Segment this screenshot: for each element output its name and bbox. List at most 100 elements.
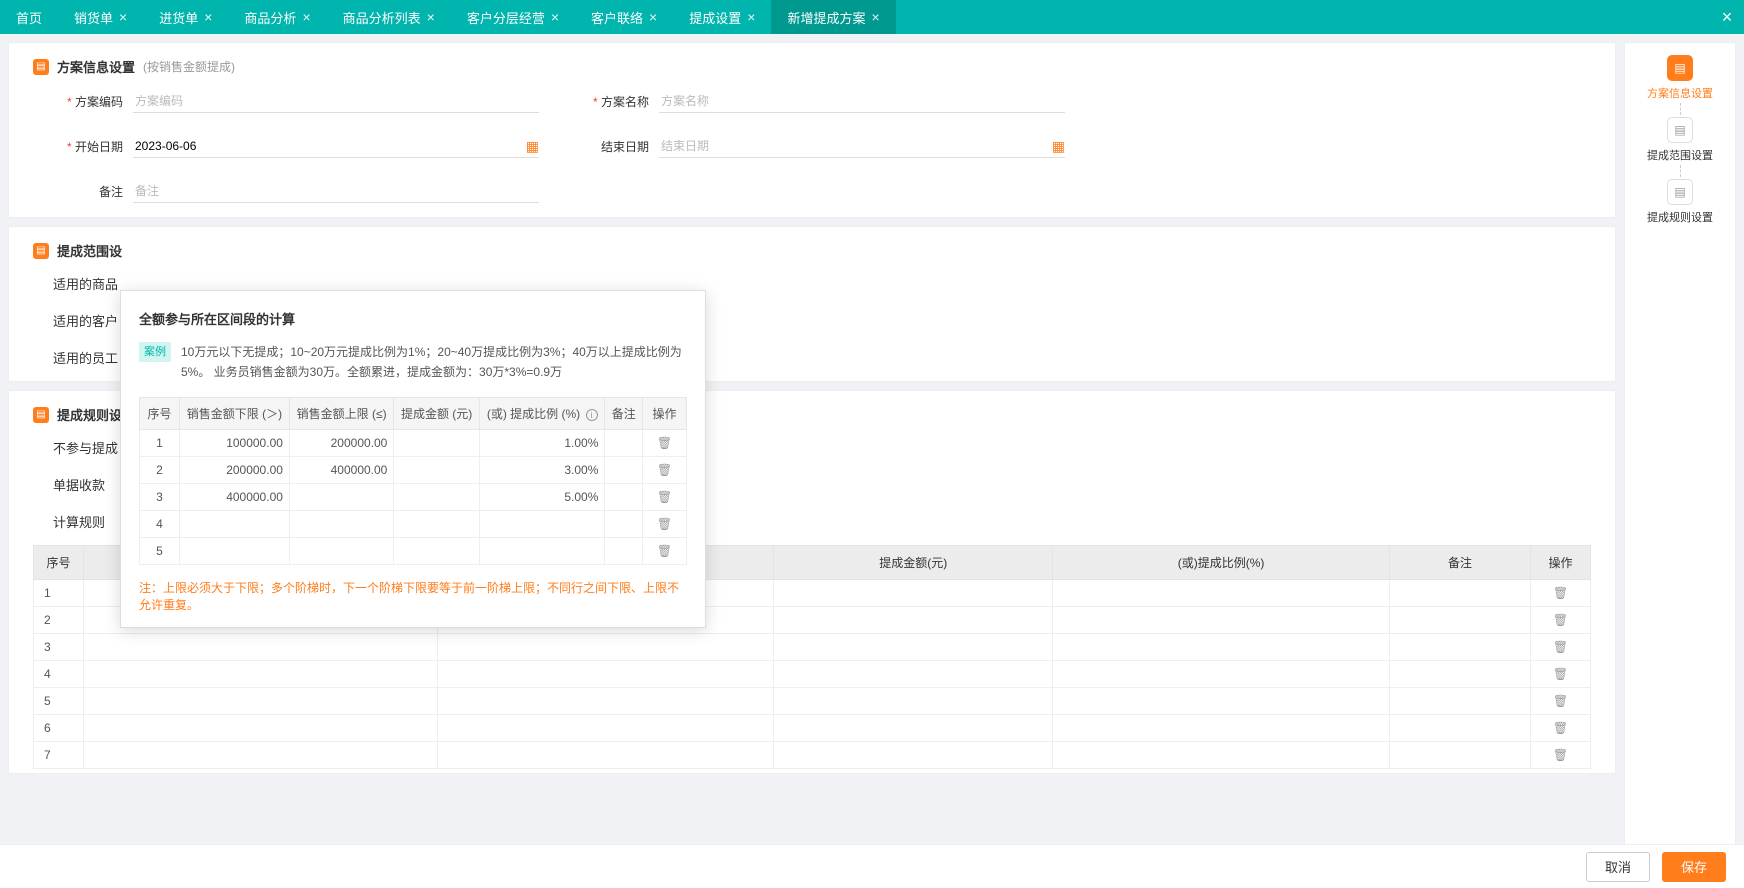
cell[interactable] — [774, 634, 1053, 661]
delete-icon[interactable]: 🗑 — [1553, 748, 1568, 762]
cell — [605, 456, 643, 483]
tab-close-icon[interactable]: × — [302, 9, 310, 25]
delete-icon[interactable]: 🗑 — [1553, 613, 1568, 627]
tab-close-icon[interactable]: × — [427, 9, 435, 25]
anchor-label: 提成范围设置 — [1647, 147, 1713, 163]
cell-no[interactable]: 1 — [34, 580, 84, 607]
col-header: 序号 — [140, 397, 180, 429]
delete-icon[interactable]: 🗑 — [1553, 667, 1568, 681]
cancel-button[interactable]: 取消 — [1586, 852, 1650, 882]
delete-icon[interactable]: 🗑 — [657, 490, 672, 504]
delete-icon[interactable]: 🗑 — [1553, 694, 1568, 708]
cell[interactable] — [1053, 607, 1390, 634]
tab-提成设置[interactable]: 提成设置× — [673, 0, 771, 34]
cell-no[interactable]: 7 — [34, 742, 84, 769]
cell-no: 2 — [140, 456, 180, 483]
cell[interactable] — [84, 688, 438, 715]
cell[interactable] — [1053, 580, 1390, 607]
delete-icon[interactable]: 🗑 — [1553, 586, 1568, 600]
cell[interactable] — [1053, 742, 1390, 769]
cell[interactable] — [774, 661, 1053, 688]
tab-close-icon[interactable]: × — [871, 9, 879, 25]
close-all-icon[interactable]: × — [1710, 0, 1744, 34]
section-title: 提成规则设 — [57, 405, 122, 424]
delete-icon[interactable]: 🗑 — [657, 517, 672, 531]
cell-no[interactable]: 5 — [34, 688, 84, 715]
cell[interactable] — [437, 742, 774, 769]
tab-close-icon[interactable]: × — [119, 9, 127, 25]
tooltip-note: 注：上限必须大于下限；多个阶梯时，下一个阶梯下限要等于前一阶梯上限；不同行之间下… — [139, 579, 687, 613]
section-header: ▤ 提成范围设 — [33, 241, 1591, 260]
cell[interactable] — [84, 715, 438, 742]
section-icon: ▤ — [33, 59, 49, 75]
tab-close-icon[interactable]: × — [649, 9, 657, 25]
cell[interactable] — [84, 634, 438, 661]
delete-icon[interactable]: 🗑 — [657, 436, 672, 450]
input-end-date[interactable] — [659, 135, 1065, 158]
cell[interactable] — [1390, 661, 1531, 688]
col-header: 操作 — [643, 397, 687, 429]
tab-客户分层经营[interactable]: 客户分层经营× — [451, 0, 575, 34]
cell[interactable] — [84, 742, 438, 769]
input-start-date[interactable] — [133, 135, 539, 158]
anchor-提成范围设置[interactable]: ▤提成范围设置 — [1629, 117, 1731, 163]
section-title: 提成范围设 — [57, 241, 122, 260]
cell[interactable] — [1390, 607, 1531, 634]
cell[interactable] — [1390, 715, 1531, 742]
tab-close-icon[interactable]: × — [551, 9, 559, 25]
cell[interactable] — [437, 715, 774, 742]
cell[interactable] — [84, 661, 438, 688]
cell — [394, 537, 480, 564]
footer-bar: 取消 保存 — [0, 844, 1744, 888]
table-row: 7🗑 — [34, 742, 1591, 769]
save-button[interactable]: 保存 — [1662, 852, 1726, 882]
cell — [605, 429, 643, 456]
cell[interactable] — [437, 688, 774, 715]
calc-rule-tooltip: 全额参与所在区间段的计算 案例 10万元以下无提成；10~20万元提成比例为1%… — [120, 290, 706, 628]
delete-icon[interactable]: 🗑 — [657, 463, 672, 477]
tab-客户联络[interactable]: 客户联络× — [575, 0, 673, 34]
cell[interactable] — [774, 715, 1053, 742]
cell-no[interactable]: 6 — [34, 715, 84, 742]
table-row: 4🗑 — [140, 510, 687, 537]
delete-icon[interactable]: 🗑 — [1553, 721, 1568, 735]
row-plan-code: 方案编码 — [53, 90, 539, 113]
cell[interactable] — [1390, 580, 1531, 607]
cell[interactable] — [1053, 715, 1390, 742]
delete-icon[interactable]: 🗑 — [657, 544, 672, 558]
anchor-方案信息设置[interactable]: ▤方案信息设置 — [1629, 55, 1731, 101]
cell-no[interactable]: 2 — [34, 607, 84, 634]
tab-商品分析列表[interactable]: 商品分析列表× — [327, 0, 451, 34]
input-remark[interactable] — [133, 180, 539, 203]
cell — [289, 537, 393, 564]
cell[interactable] — [1053, 634, 1390, 661]
tab-新增提成方案[interactable]: 新增提成方案× — [771, 0, 895, 34]
input-plan-name[interactable] — [659, 90, 1065, 113]
cell[interactable] — [1053, 661, 1390, 688]
cell[interactable] — [1390, 742, 1531, 769]
cell-no[interactable]: 3 — [34, 634, 84, 661]
cell — [605, 510, 643, 537]
cell[interactable] — [1053, 688, 1390, 715]
tab-商品分析[interactable]: 商品分析× — [228, 0, 326, 34]
input-plan-code[interactable] — [133, 90, 539, 113]
cell[interactable] — [774, 607, 1053, 634]
tab-进货单[interactable]: 进货单× — [143, 0, 228, 34]
cell[interactable] — [437, 661, 774, 688]
tab-销货单[interactable]: 销货单× — [58, 0, 143, 34]
anchor-提成规则设置[interactable]: ▤提成规则设置 — [1629, 179, 1731, 225]
cell[interactable] — [1390, 688, 1531, 715]
cell[interactable] — [774, 742, 1053, 769]
table-row: 1100000.00200000.001.00%🗑 — [140, 429, 687, 456]
cell[interactable] — [774, 688, 1053, 715]
tab-首页[interactable]: 首页 — [0, 0, 58, 34]
cell-no[interactable]: 4 — [34, 661, 84, 688]
delete-icon[interactable]: 🗑 — [1553, 640, 1568, 654]
label-plan-code: 方案编码 — [53, 93, 123, 110]
cell[interactable] — [774, 580, 1053, 607]
tab-close-icon[interactable]: × — [747, 9, 755, 25]
tab-close-icon[interactable]: × — [204, 9, 212, 25]
cell — [479, 537, 604, 564]
cell[interactable] — [1390, 634, 1531, 661]
cell[interactable] — [437, 634, 774, 661]
